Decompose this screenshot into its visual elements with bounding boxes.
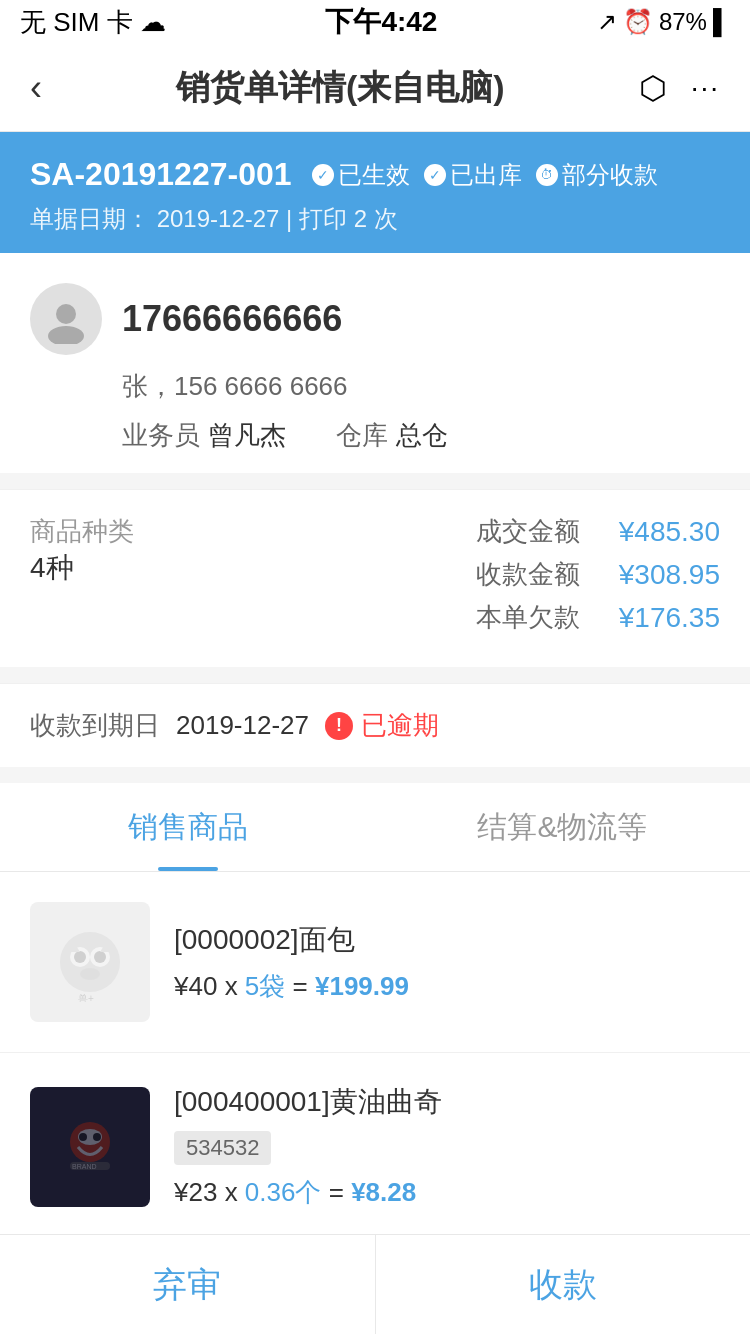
customer-name: 17666666666 <box>122 298 342 340</box>
badge-activated: ✓ 已生效 <box>312 159 410 191</box>
summary-left: 商品种类 4种 <box>30 514 134 587</box>
product-price-2: ¥23 x 0.36个 = ¥8.28 <box>174 1175 720 1210</box>
sales-value: 曾凡杰 <box>208 418 286 453</box>
sales-label: 业务员 <box>122 418 200 453</box>
summary-row: 商品种类 4种 成交金额 ¥485.30 收款金额 ¥308.95 本单欠款 ¥… <box>30 514 720 643</box>
svg-point-1 <box>48 326 84 344</box>
debt-row: 本单欠款 ¥176.35 <box>476 600 720 635</box>
back-button[interactable]: ‹ <box>30 67 42 109</box>
summary-section: 商品种类 4种 成交金额 ¥485.30 收款金额 ¥308.95 本单欠款 ¥… <box>0 490 750 667</box>
product-image-2: BRAND <box>30 1087 150 1207</box>
nav-right-actions: ⬡ ··· <box>639 69 720 107</box>
more-icon[interactable]: ··· <box>691 72 720 104</box>
product-qty-2: 0.36个 <box>245 1177 322 1207</box>
overdue-text: 已逾期 <box>361 708 439 743</box>
due-section: 收款到期日 2019-12-27 ! 已逾期 <box>0 684 750 767</box>
alarm-icon: ⏰ <box>623 8 653 36</box>
tabs: 销售商品 结算&物流等 <box>0 783 750 872</box>
collect-payment-button[interactable]: 收款 <box>376 1235 751 1334</box>
due-date: 2019-12-27 <box>176 710 309 741</box>
svg-point-12 <box>93 1133 101 1141</box>
received-label: 收款金额 <box>476 557 580 592</box>
location-icon: ↗ <box>597 8 617 36</box>
svg-point-5 <box>74 951 86 963</box>
battery-text: 87% <box>659 8 707 36</box>
product-image-1: 兽+ <box>30 902 150 1022</box>
debt-label: 本单欠款 <box>476 600 580 635</box>
battery-icon: ▌ <box>713 8 730 36</box>
product-total-1: ¥199.99 <box>315 971 409 1001</box>
overdue-badge: ! 已逾期 <box>325 708 439 743</box>
nav-bar: ‹ 销货单详情(来自电脑) ⬡ ··· <box>0 44 750 132</box>
svg-point-11 <box>79 1133 87 1141</box>
check-icon-1: ✓ <box>312 164 334 186</box>
overdue-icon: ! <box>325 712 353 740</box>
warehouse-label: 仓库 <box>336 418 388 453</box>
svg-text:兽+: 兽+ <box>78 993 94 1002</box>
summary-right: 成交金额 ¥485.30 收款金额 ¥308.95 本单欠款 ¥176.35 <box>476 514 720 643</box>
banner-badges: ✓ 已生效 ✓ 已出库 ⏱ 部分收款 <box>312 159 658 191</box>
status-bar: 无 SIM 卡 ☁ 下午4:42 ↗ ⏰ 87% ▌ <box>0 0 750 44</box>
svg-point-7 <box>80 968 100 980</box>
status-left: 无 SIM 卡 ☁ <box>20 5 166 40</box>
svg-point-0 <box>56 304 76 324</box>
due-label: 收款到期日 <box>30 708 160 743</box>
share-icon[interactable]: ⬡ <box>639 69 667 107</box>
check-icon-2: ✓ <box>424 164 446 186</box>
product-item-1: 兽+ [0000002]面包 ¥40 x 5袋 = ¥199.99 <box>0 872 750 1053</box>
product-total-2: ¥8.28 <box>351 1177 416 1207</box>
amount-row: 成交金额 ¥485.30 <box>476 514 720 549</box>
amount-label: 成交金额 <box>476 514 580 549</box>
avatar <box>30 283 102 355</box>
customer-phone: 张，156 6666 6666 <box>122 369 720 404</box>
banner-date-info: 单据日期： 2019-12-27 | 打印 2 次 <box>30 203 720 235</box>
clock-icon: ⏱ <box>536 164 558 186</box>
tab-settlement[interactable]: 结算&物流等 <box>375 783 750 871</box>
svg-point-2 <box>60 932 120 992</box>
svg-point-6 <box>94 951 106 963</box>
product-name-1: [0000002]面包 <box>174 921 720 959</box>
product-info-1: [0000002]面包 ¥40 x 5袋 = ¥199.99 <box>174 921 720 1004</box>
amount-value: ¥485.30 <box>600 516 720 548</box>
header-banner: SA-20191227-001 ✓ 已生效 ✓ 已出库 ⏱ 部分收款 单据日期：… <box>0 132 750 253</box>
warehouse-value: 总仓 <box>396 418 448 453</box>
badge-shipped: ✓ 已出库 <box>424 159 522 191</box>
category-label: 商品种类 <box>30 514 134 549</box>
order-number: SA-20191227-001 <box>30 156 292 193</box>
reject-button[interactable]: 弃审 <box>0 1235 376 1334</box>
received-value: ¥308.95 <box>600 559 720 591</box>
bottom-bar: 弃审 收款 <box>0 1234 750 1334</box>
product-info-2: [000400001]黄油曲奇 534532 ¥23 x 0.36个 = ¥8.… <box>174 1083 720 1210</box>
received-row: 收款金额 ¥308.95 <box>476 557 720 592</box>
svg-text:BRAND: BRAND <box>72 1163 97 1170</box>
customer-meta: 业务员 曾凡杰 仓库 总仓 <box>122 418 720 453</box>
debt-value: ¥176.35 <box>600 602 720 634</box>
product-list: 兽+ [0000002]面包 ¥40 x 5袋 = ¥199.99 <box>0 872 750 1241</box>
badge-partial: ⏱ 部分收款 <box>536 159 658 191</box>
product-qty-1: 5袋 <box>245 971 285 1001</box>
product-sku-2: 534532 <box>174 1131 271 1165</box>
tab-sales-products[interactable]: 销售商品 <box>0 783 375 871</box>
sim-text: 无 SIM 卡 ☁ <box>20 5 166 40</box>
banner-top-row: SA-20191227-001 ✓ 已生效 ✓ 已出库 ⏱ 部分收款 <box>30 156 720 193</box>
product-item-2: BRAND [000400001]黄油曲奇 534532 ¥23 x 0.36个… <box>0 1053 750 1241</box>
product-name-2: [000400001]黄油曲奇 <box>174 1083 720 1121</box>
category-value: 4种 <box>30 549 134 587</box>
customer-section: 17666666666 张，156 6666 6666 业务员 曾凡杰 仓库 总… <box>0 253 750 473</box>
customer-name-row: 17666666666 <box>30 283 720 355</box>
status-time: 下午4:42 <box>325 3 437 41</box>
status-right: ↗ ⏰ 87% ▌ <box>597 8 730 36</box>
page-title: 销货单详情(来自电脑) <box>176 65 505 111</box>
product-price-1: ¥40 x 5袋 = ¥199.99 <box>174 969 720 1004</box>
tabs-separator <box>0 767 750 783</box>
